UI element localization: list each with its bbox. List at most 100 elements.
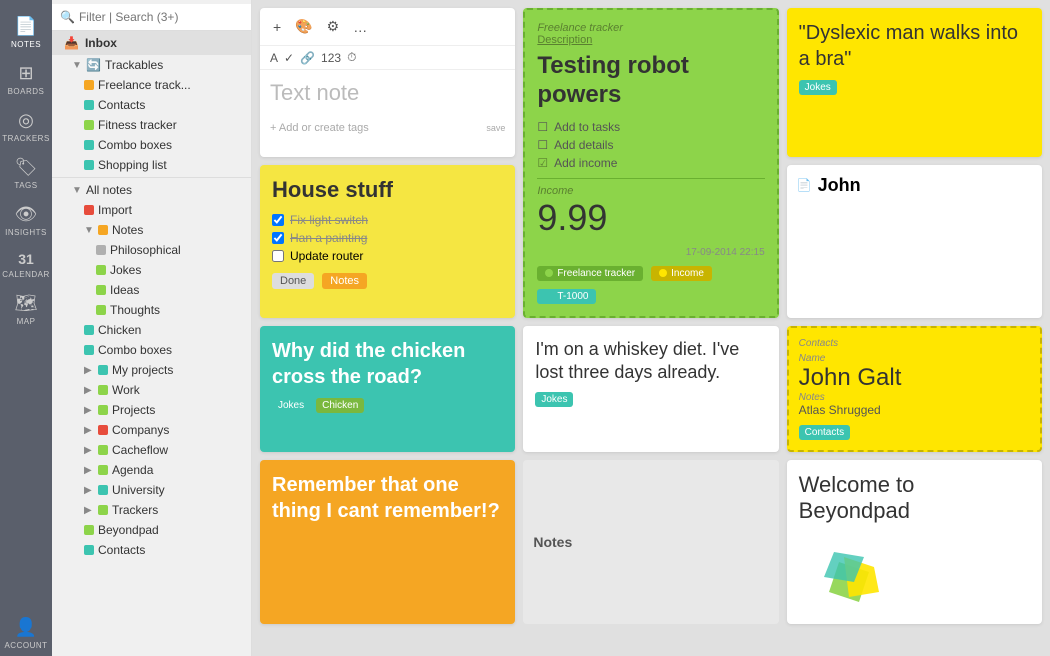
inbox-label: Inbox	[85, 36, 117, 50]
galt-tag-contacts[interactable]: Contacts	[799, 425, 850, 440]
shopping-label: Shopping list	[98, 158, 243, 172]
format-bar: A ✓ 🔗 123 ⏱	[260, 46, 515, 70]
trackers-icon: ◎	[18, 110, 34, 131]
sidebar-item-trackers[interactable]: ▶ Trackers	[52, 500, 251, 520]
format-link-button[interactable]: 🔗	[300, 51, 315, 65]
tag-placeholder[interactable]: + Add or create tags	[270, 122, 369, 134]
main-content: + 🎨 ⚙ … A ✓ 🔗 123 ⏱ Text note + Add or c…	[252, 0, 1050, 656]
inbox-item[interactable]: 📥 Inbox	[52, 31, 251, 55]
task-add-details: ☐ Add details	[537, 138, 764, 152]
galt-contacts-label: Contacts	[799, 338, 1030, 349]
sidebar-item-university[interactable]: ▶ University	[52, 480, 251, 500]
remember-title: Remember that one thing I cant remember!…	[272, 472, 503, 524]
nav-tags[interactable]: 🏷 TAGS	[0, 149, 52, 196]
sidebar-item-contacts2[interactable]: Contacts	[52, 540, 251, 560]
text-note-placeholder[interactable]: Text note	[260, 70, 515, 116]
notes-col2-label: Notes	[533, 534, 572, 550]
whiskey-tag-jokes[interactable]: Jokes	[535, 392, 573, 407]
jokes-dot	[96, 265, 106, 275]
all-notes-section[interactable]: ▼ All notes	[52, 180, 251, 200]
sidebar-item-thoughts[interactable]: Thoughts	[52, 300, 251, 320]
insights-icon: 👁	[15, 204, 38, 225]
sidebar-item-companys[interactable]: ▶ Companys	[52, 420, 251, 440]
sidebar-item-myprojects[interactable]: ▶ My projects	[52, 360, 251, 380]
philosophical-label: Philosophical	[110, 243, 243, 257]
add-button[interactable]: +	[270, 17, 284, 37]
sidebar-item-cacheflow[interactable]: ▶ Cacheflow	[52, 440, 251, 460]
format-check-button[interactable]: ✓	[284, 51, 294, 65]
income-label: Income	[537, 185, 764, 197]
format-text-button[interactable]: A	[270, 51, 278, 65]
nav-calendar[interactable]: 31 CALENDAR	[0, 243, 52, 285]
house-stuff-card: House stuff Fix light switch Han a paint…	[260, 165, 515, 318]
galt-notes-label: Notes	[799, 392, 1030, 403]
more-button[interactable]: …	[350, 17, 370, 37]
search-icon: 🔍	[60, 10, 75, 24]
sidebar-item-combo2[interactable]: Combo boxes	[52, 340, 251, 360]
text-note-card: + 🎨 ⚙ … A ✓ 🔗 123 ⏱ Text note + Add or c…	[260, 8, 515, 157]
task-hang-painting-checkbox[interactable]	[272, 232, 284, 244]
notes-button[interactable]: Notes	[322, 273, 367, 289]
beyondpad-logo	[799, 532, 899, 612]
sidebar-item-chicken[interactable]: Chicken	[52, 320, 251, 340]
fitness-dot	[84, 120, 94, 130]
done-button[interactable]: Done	[272, 273, 314, 289]
task-checkbox-3: ☑	[537, 156, 548, 170]
work-arrow: ▶	[84, 385, 94, 396]
search-bar: 🔍	[52, 4, 251, 31]
nav-trackers[interactable]: ◎ TRACKERS	[0, 102, 52, 149]
card-toolbar: + 🎨 ⚙ …	[260, 8, 515, 46]
sidebar-item-work[interactable]: ▶ Work	[52, 380, 251, 400]
freelance-tracker-card: Freelance tracker Description Testing ro…	[523, 8, 778, 318]
sidebar-item-fitness[interactable]: Fitness tracker	[52, 115, 251, 135]
thoughts-label: Thoughts	[110, 303, 243, 317]
agenda-dot	[98, 465, 108, 475]
tag-add-row: + Add or create tags save	[260, 116, 515, 140]
trackables-section[interactable]: ▼ 🔄 Trackables	[52, 55, 251, 75]
sidebar-item-contacts[interactable]: Contacts	[52, 95, 251, 115]
settings-button[interactable]: ⚙	[324, 16, 343, 37]
task-update-router: Update router	[272, 249, 503, 263]
nav-notes[interactable]: 📄 NOTES	[0, 8, 52, 55]
chicken-tag-chicken[interactable]: Chicken	[316, 398, 364, 413]
format-num-button[interactable]: 123	[321, 51, 341, 65]
sidebar-item-agenda[interactable]: ▶ Agenda	[52, 460, 251, 480]
sidebar-item-beyondpad[interactable]: Beyondpad	[52, 520, 251, 540]
trackers-tree-label: Trackers	[112, 503, 243, 517]
sidebar-item-combo[interactable]: Combo boxes	[52, 135, 251, 155]
card-footer: Done Notes	[272, 273, 503, 289]
task-add-tasks: ☐ Add to tasks	[537, 120, 764, 134]
sidebar-item-jokes[interactable]: Jokes	[52, 260, 251, 280]
chicken-tag-jokes[interactable]: Jokes	[272, 398, 310, 413]
nav-account[interactable]: 👤 ACCOUNT	[0, 609, 52, 656]
contacts2-label: Contacts	[98, 543, 243, 557]
trackers-tree-arrow: ▶	[84, 505, 94, 516]
trackables-arrow: ▼	[72, 60, 82, 71]
whiskey-text: I'm on a whiskey diet. I've lost three d…	[535, 338, 766, 385]
nav-boards[interactable]: ⊞ BOARDS	[0, 55, 52, 102]
task-fix-light: Fix light switch	[272, 213, 503, 227]
task-update-router-checkbox[interactable]	[272, 250, 284, 262]
sidebar-item-freelance[interactable]: Freelance track...	[52, 75, 251, 95]
projects-label: Projects	[112, 403, 243, 417]
sidebar-item-philosophical[interactable]: Philosophical	[52, 240, 251, 260]
task-fix-light-checkbox[interactable]	[272, 214, 284, 226]
search-input[interactable]	[79, 10, 243, 24]
nav-map[interactable]: 🗺 MAP	[0, 285, 52, 332]
sidebar-item-ideas[interactable]: Ideas	[52, 280, 251, 300]
sidebar-item-shopping[interactable]: Shopping list	[52, 155, 251, 175]
save-button[interactable]: save	[486, 123, 505, 133]
tags-icon: 🏷	[15, 157, 38, 178]
nav-insights[interactable]: 👁 INSIGHTS	[0, 196, 52, 243]
dyslexic-card: "Dyslexic man walks into a bra" Jokes	[787, 8, 1042, 157]
format-time-button[interactable]: ⏱	[347, 50, 356, 65]
john-name-row: 📄 John	[797, 175, 1032, 196]
sidebar-item-import[interactable]: Import	[52, 200, 251, 220]
dyslexic-tag-jokes[interactable]: Jokes	[799, 80, 837, 95]
chicken-label: Chicken	[98, 323, 243, 337]
sidebar-item-notes[interactable]: ▼ Notes	[52, 220, 251, 240]
university-dot	[98, 485, 108, 495]
all-notes-arrow: ▼	[72, 185, 82, 196]
color-button[interactable]: 🎨	[292, 16, 315, 37]
sidebar-item-projects[interactable]: ▶ Projects	[52, 400, 251, 420]
